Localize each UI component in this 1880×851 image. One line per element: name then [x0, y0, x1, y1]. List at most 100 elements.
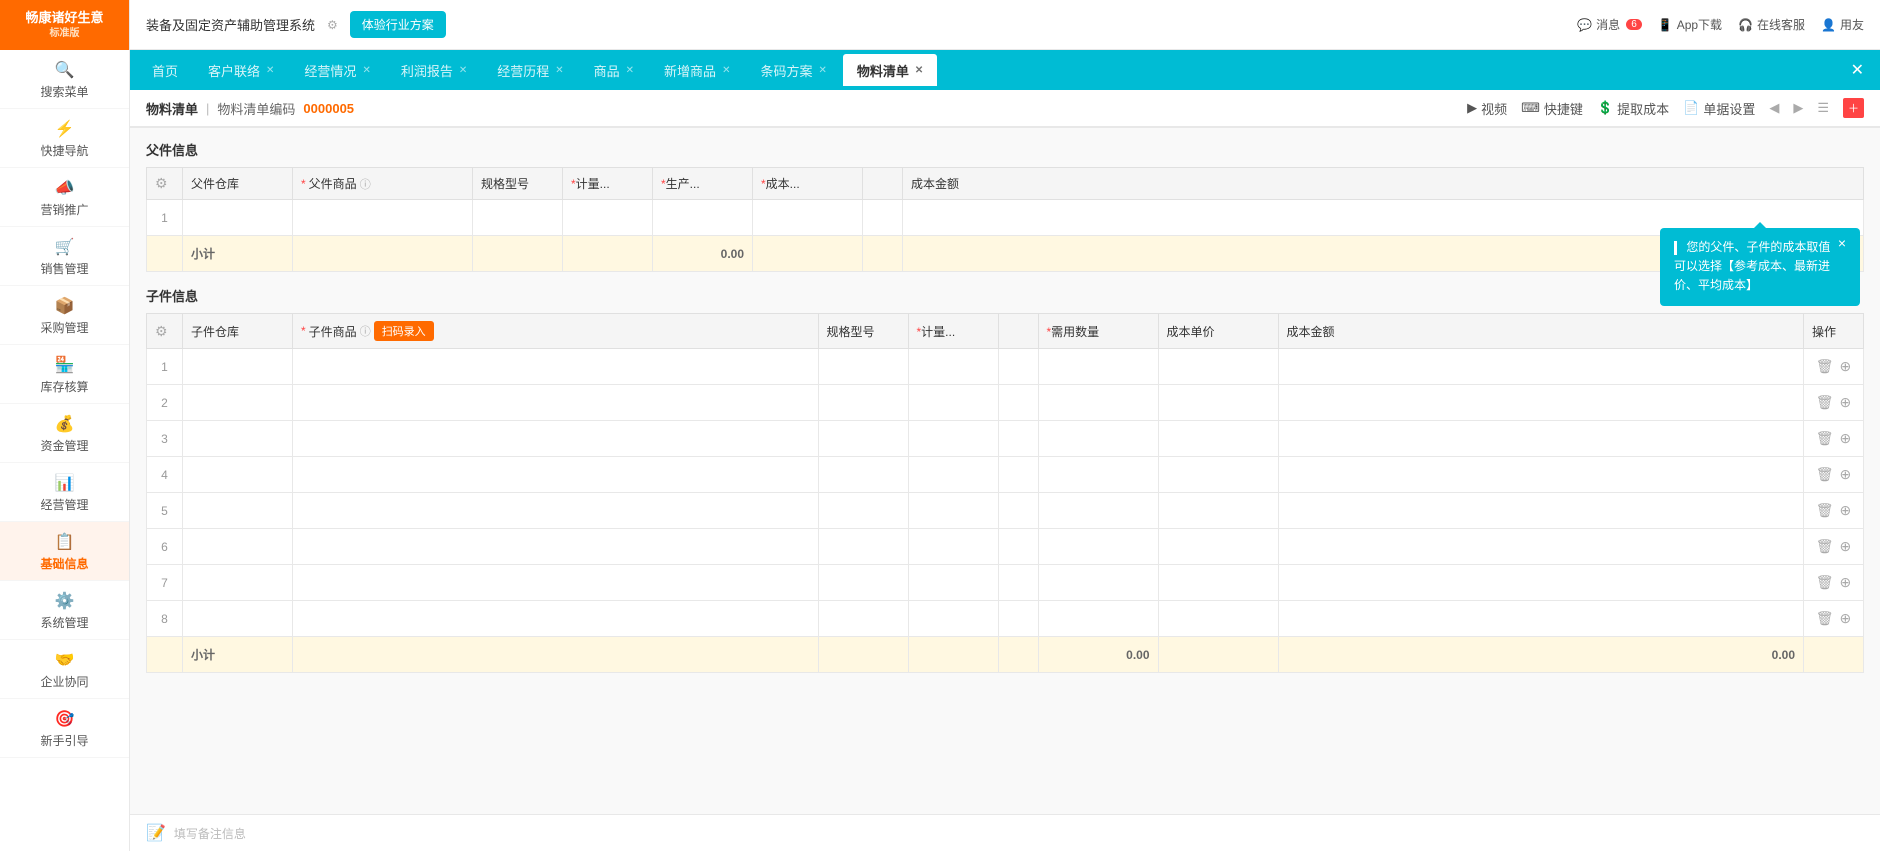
parent-prod-1[interactable]	[653, 200, 753, 236]
child-qty-4[interactable]	[1038, 457, 1158, 493]
tab-profit[interactable]: 利润报告✕	[387, 54, 481, 86]
scan-input-button[interactable]: 扫码录入	[374, 321, 434, 341]
child-qty-2[interactable]	[1038, 385, 1158, 421]
tab-close-barcode[interactable]: ✕	[818, 65, 826, 76]
sidebar-item-cooperation[interactable]: 🤝企业协同	[0, 640, 129, 699]
child-price-8[interactable]	[1158, 601, 1278, 637]
child-delete-icon-7[interactable]: 🗑	[1816, 574, 1834, 591]
child-copy-icon-7[interactable]: ⊕	[1840, 574, 1852, 591]
nav-prev-button[interactable]: ◀	[1769, 100, 1779, 116]
child-unit-5[interactable]	[908, 493, 998, 529]
sidebar-item-basic[interactable]: 📋基础信息	[0, 522, 129, 581]
child-sort-4[interactable]	[998, 457, 1038, 493]
parent-spec-1[interactable]	[473, 200, 563, 236]
expand-button[interactable]: ＋	[1843, 98, 1864, 118]
view-video-button[interactable]: ▶ 视频	[1467, 99, 1507, 118]
child-qty-8[interactable]	[1038, 601, 1158, 637]
tab-close-product[interactable]: ✕	[626, 65, 634, 76]
child-sort-8[interactable]	[998, 601, 1038, 637]
child-unit-6[interactable]	[908, 529, 998, 565]
child-product-7[interactable]	[293, 565, 819, 601]
child-delete-icon-5[interactable]: 🗑	[1816, 502, 1834, 519]
trial-button[interactable]: 体验行业方案	[350, 11, 446, 38]
sidebar-item-purchase[interactable]: 📦采购管理	[0, 286, 129, 345]
child-sort-2[interactable]	[998, 385, 1038, 421]
child-price-2[interactable]	[1158, 385, 1278, 421]
tooltip-close-button[interactable]: ×	[1838, 236, 1846, 250]
gear-icon[interactable]: ⚙	[155, 175, 168, 191]
child-delete-icon-1[interactable]: 🗑	[1816, 358, 1834, 375]
child-product-6[interactable]	[293, 529, 819, 565]
close-all-tabs-button[interactable]: ✕	[1843, 60, 1872, 80]
child-spec-2[interactable]	[818, 385, 908, 421]
user-menu[interactable]: 👤 用友	[1821, 16, 1864, 33]
child-warehouse-6[interactable]	[183, 529, 293, 565]
parent-col-gear[interactable]: ⚙	[147, 168, 183, 200]
parent-cost-1[interactable]	[753, 200, 863, 236]
child-delete-icon-3[interactable]: 🗑	[1816, 430, 1834, 447]
child-product-1[interactable]	[293, 349, 819, 385]
child-price-4[interactable]	[1158, 457, 1278, 493]
child-sort-6[interactable]	[998, 529, 1038, 565]
child-spec-6[interactable]	[818, 529, 908, 565]
child-unit-4[interactable]	[908, 457, 998, 493]
child-delete-icon-8[interactable]: 🗑	[1816, 610, 1834, 627]
child-product-8[interactable]	[293, 601, 819, 637]
child-warehouse-3[interactable]	[183, 421, 293, 457]
sidebar-item-finance[interactable]: 💰资金管理	[0, 404, 129, 463]
child-qty-5[interactable]	[1038, 493, 1158, 529]
child-unit-3[interactable]	[908, 421, 998, 457]
child-spec-3[interactable]	[818, 421, 908, 457]
child-sort-5[interactable]	[998, 493, 1038, 529]
child-price-3[interactable]	[1158, 421, 1278, 457]
sidebar-item-system[interactable]: ⚙️系统管理	[0, 581, 129, 640]
service-button[interactable]: 🎧 在线客服	[1738, 16, 1805, 33]
child-warehouse-2[interactable]	[183, 385, 293, 421]
tab-newproduct[interactable]: 新增商品✕	[650, 54, 744, 86]
tab-product[interactable]: 商品✕	[580, 54, 648, 86]
parent-product-1[interactable]	[293, 200, 473, 236]
note-placeholder[interactable]: 填写备注信息	[174, 825, 246, 842]
child-unit-1[interactable]	[908, 349, 998, 385]
message-button[interactable]: 💬 消息 6	[1577, 16, 1642, 33]
parent-product-info-icon[interactable]: ⓘ	[360, 176, 371, 192]
child-copy-icon-4[interactable]: ⊕	[1840, 466, 1852, 483]
sidebar-item-inventory[interactable]: 🏪库存核算	[0, 345, 129, 404]
child-unit-7[interactable]	[908, 565, 998, 601]
child-qty-3[interactable]	[1038, 421, 1158, 457]
nav-next-button[interactable]: ▶	[1793, 100, 1803, 116]
child-product-2[interactable]	[293, 385, 819, 421]
child-price-5[interactable]	[1158, 493, 1278, 529]
sidebar-item-sales[interactable]: 🛒销售管理	[0, 227, 129, 286]
child-copy-icon-8[interactable]: ⊕	[1840, 610, 1852, 627]
child-sort-7[interactable]	[998, 565, 1038, 601]
tab-close-history[interactable]: ✕	[555, 65, 563, 76]
view-toggle-button[interactable]: ☰	[1817, 100, 1829, 116]
child-product-4[interactable]	[293, 457, 819, 493]
child-product-3[interactable]	[293, 421, 819, 457]
tab-close-customer[interactable]: ✕	[266, 65, 274, 76]
parent-unit-1[interactable]	[563, 200, 653, 236]
app-download-button[interactable]: 📱 App下载	[1658, 16, 1722, 33]
parent-sort-1[interactable]	[863, 200, 903, 236]
child-delete-icon-2[interactable]: 🗑	[1816, 394, 1834, 411]
tab-close-bom[interactable]: ✕	[915, 65, 923, 76]
tab-customer[interactable]: 客户联络✕	[194, 54, 288, 86]
child-delete-icon-4[interactable]: 🗑	[1816, 466, 1834, 483]
child-unit-2[interactable]	[908, 385, 998, 421]
tab-bom[interactable]: 物料清单✕	[843, 54, 937, 86]
child-price-7[interactable]	[1158, 565, 1278, 601]
child-spec-8[interactable]	[818, 601, 908, 637]
child-copy-icon-2[interactable]: ⊕	[1840, 394, 1852, 411]
child-qty-6[interactable]	[1038, 529, 1158, 565]
child-delete-icon-6[interactable]: 🗑	[1816, 538, 1834, 555]
tab-close-operations[interactable]: ✕	[362, 65, 370, 76]
tab-barcode[interactable]: 条码方案✕	[746, 54, 840, 86]
parent-warehouse-1[interactable]	[183, 200, 293, 236]
sidebar-item-guide[interactable]: 🎯新手引导	[0, 699, 129, 758]
document-settings-button[interactable]: 📄 单据设置	[1683, 99, 1755, 118]
child-qty-7[interactable]	[1038, 565, 1158, 601]
sidebar-item-marketing[interactable]: 📣营销推广	[0, 168, 129, 227]
child-price-6[interactable]	[1158, 529, 1278, 565]
tab-home[interactable]: 首页	[138, 54, 192, 86]
